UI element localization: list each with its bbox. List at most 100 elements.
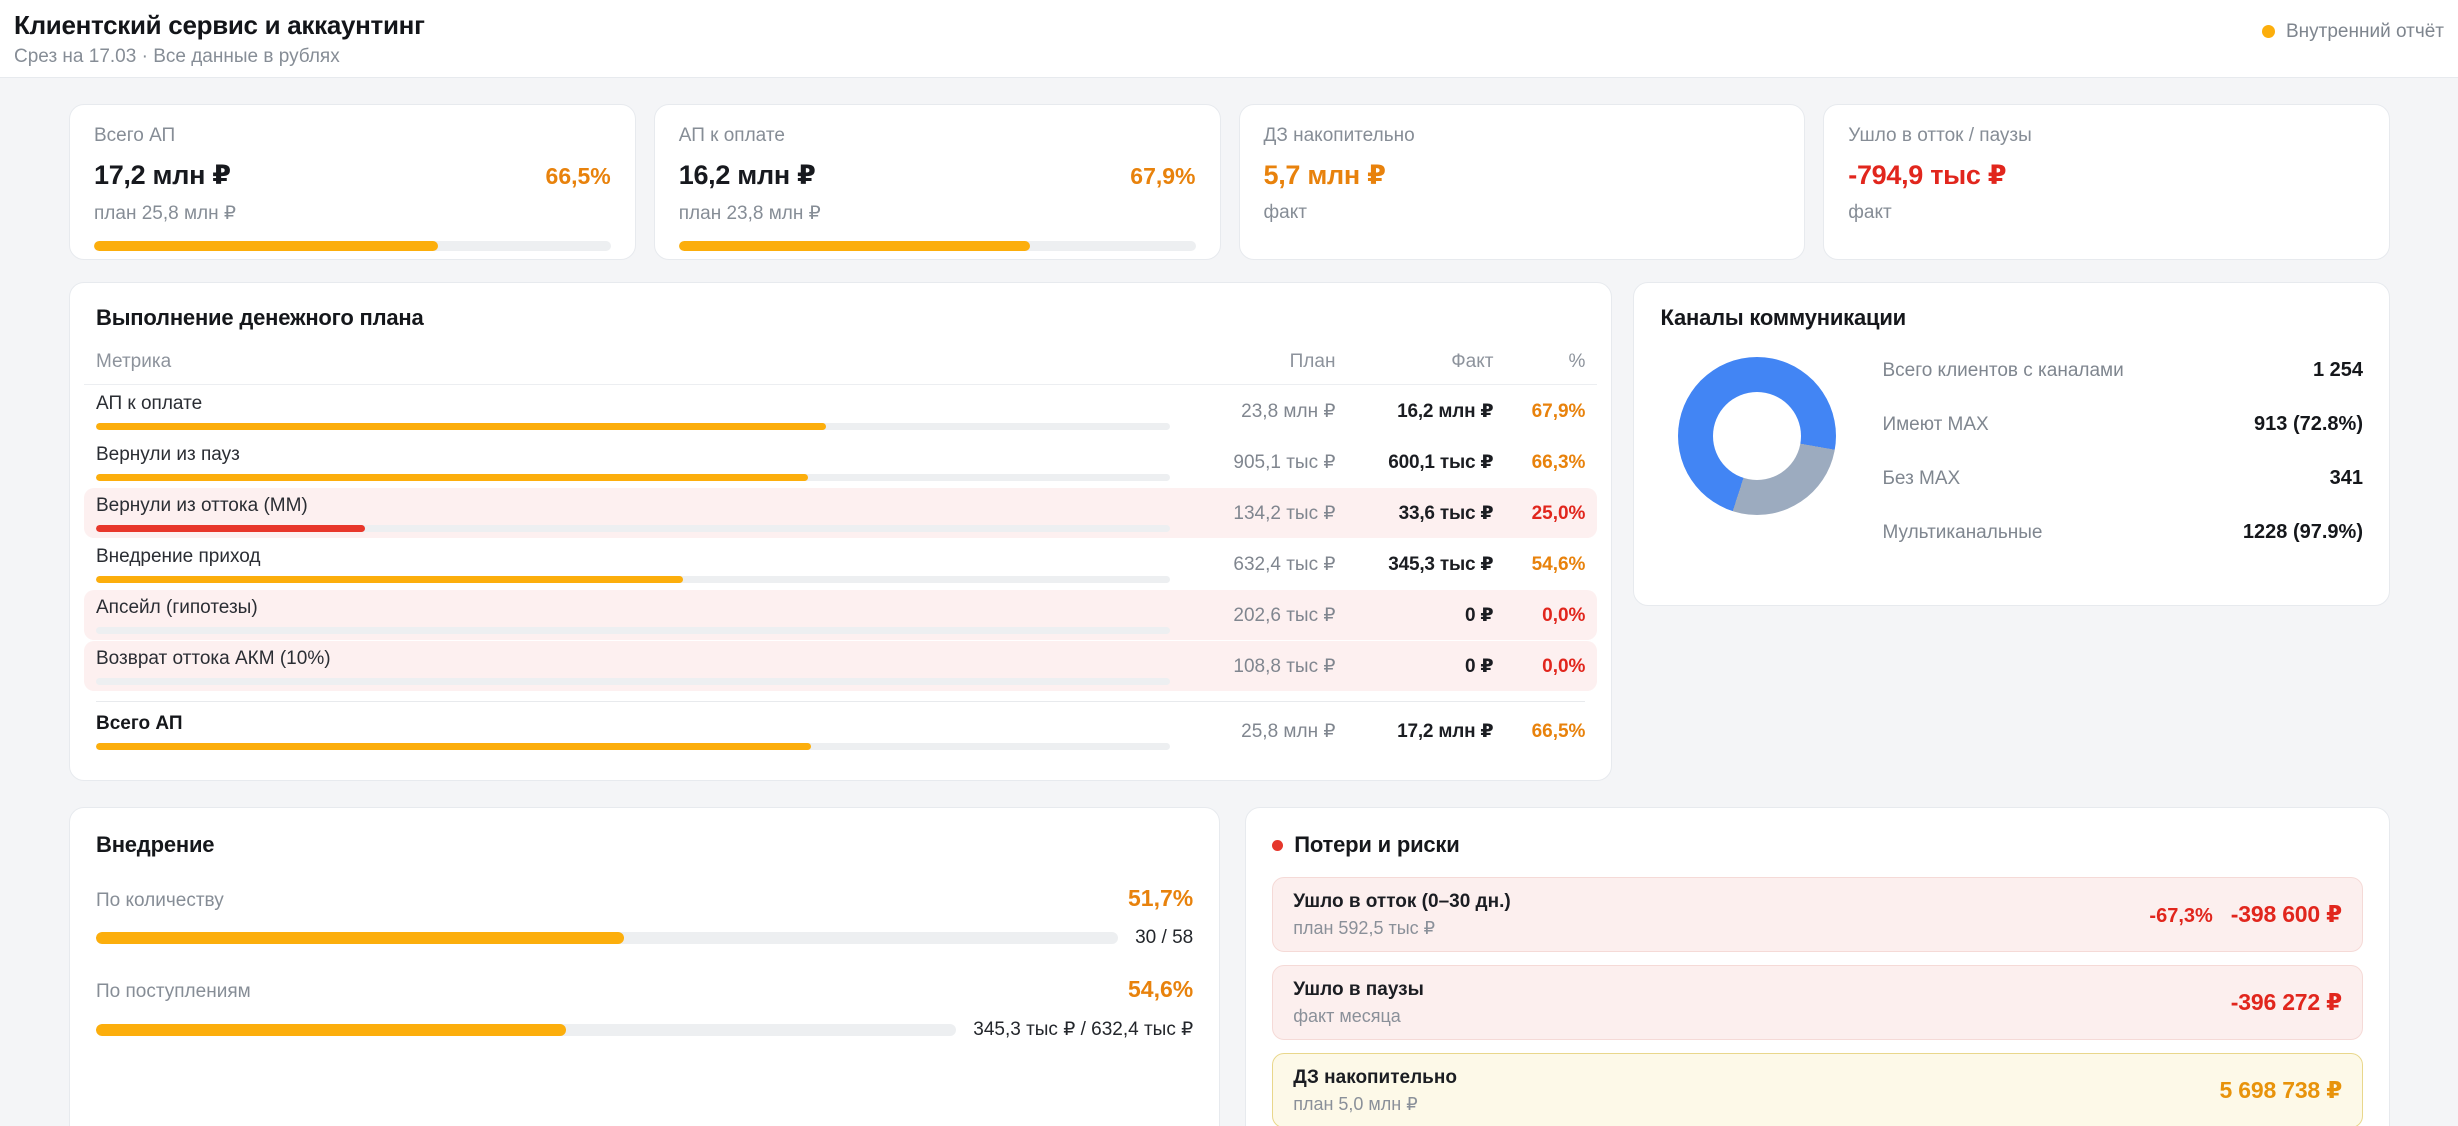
metric-label: Вернули из оттока (ММ) — [96, 495, 308, 516]
risk-cards: Ушло в отток (0–30 дн.) план 592,5 тыс ₽… — [1272, 877, 2363, 1126]
metric-progress-track — [96, 743, 1171, 750]
kpi-card: АП к оплате 16,2 млн ₽ 67,9% план 23,8 м… — [653, 104, 1221, 260]
metric-progress-track — [96, 627, 1171, 634]
plan-cell: 134,2 тыс ₽ — [1233, 503, 1336, 524]
row-implementation-risks: Внедрение По количеству 51,7% 30 / 58 По… — [69, 807, 2390, 1126]
plan-cell: 202,6 тыс ₽ — [1233, 605, 1336, 626]
total-divider — [96, 701, 1586, 702]
metric-progress-fill — [96, 474, 809, 481]
channel-value: 1 254 — [2312, 359, 2363, 381]
metric-label: Внедрение приход — [96, 546, 261, 567]
metric-progress-fill — [96, 743, 811, 750]
metric-label: Возврат оттока АКМ (10%) — [96, 648, 331, 669]
risk-sub: план 592,5 тыс ₽ — [1293, 917, 1436, 938]
implementation-progress-fill — [96, 932, 625, 944]
risk-card-left: Ушло в паузы факт месяца — [1293, 979, 1424, 1027]
channel-row: Всего клиентов с каналами 1 254 — [1882, 359, 2363, 382]
table-row: Возврат оттока АКМ (10%) 108,8 тыс ₽ 0 ₽… — [84, 641, 1598, 691]
column-header-percent: % — [1568, 351, 1586, 372]
page-title: Клиентский сервис и аккаунтинг — [14, 9, 425, 40]
implementation-block: По поступлениям 54,6% 345,3 тыс ₽ / 632,… — [96, 976, 1193, 1041]
metric-progress-track — [96, 678, 1171, 685]
kpi-sub: план 23,8 млн ₽ — [678, 203, 821, 224]
kpi-value: -794,9 тыс ₽ — [1848, 160, 2007, 190]
table-row: АП к оплате 23,8 млн ₽ 16,2 млн ₽ 67,9% — [84, 386, 1597, 436]
table-row: Вернули из оттока (ММ) 134,2 тыс ₽ 33,6 … — [84, 488, 1598, 538]
channels-donut-chart — [1678, 357, 1837, 515]
risk-card-right: 5 698 738 ₽ — [2219, 1077, 2342, 1104]
kpi-progress-fill — [678, 241, 1030, 251]
channel-label: Имеют MAX — [1882, 414, 1989, 435]
metric-label: Апсейл (гипотезы) — [96, 597, 258, 618]
kpi-value-row: -794,9 тыс ₽ — [1848, 160, 2365, 191]
implementation-progress-track — [96, 1023, 957, 1036]
metric-cell: Апсейл (гипотезы) — [96, 597, 1171, 634]
metric-progress-fill — [96, 525, 365, 532]
status-dot-icon — [2261, 25, 2275, 38]
channel-label: Всего клиентов с каналами — [1882, 360, 2124, 381]
table-row: Вернули из пауз 905,1 тыс ₽ 600,1 тыс ₽ … — [84, 437, 1597, 487]
kpi-card: Всего АП 17,2 млн ₽ 66,5% план 25,8 млн … — [69, 104, 636, 260]
metric-progress-track — [96, 474, 1171, 481]
risks-title-row: Потери и риски — [1272, 832, 2363, 858]
fact-cell: 0 ₽ — [1464, 656, 1494, 677]
risk-card: Ушло в паузы факт месяца -396 272 ₽ — [1272, 965, 2363, 1040]
column-header-plan: План — [1289, 351, 1336, 372]
metric-label: Вернули из пауз — [96, 444, 240, 465]
content: Всего АП 17,2 млн ₽ 66,5% план 25,8 млн … — [0, 78, 2458, 1126]
implementation-block: По количеству 51,7% 30 / 58 — [96, 885, 1193, 949]
risk-name: ДЗ накопительно — [1293, 1066, 1457, 1088]
kpi-row: Всего АП 17,2 млн ₽ 66,5% план 25,8 млн … — [69, 104, 2390, 260]
channel-value: 341 — [2329, 467, 2363, 489]
metric-cell: АП к оплате — [96, 393, 1171, 430]
metric-label: Всего АП — [96, 713, 183, 734]
risk-sub: факт месяца — [1293, 1005, 1401, 1026]
risk-card-left: Ушло в отток (0–30 дн.) план 592,5 тыс ₽ — [1293, 891, 1511, 939]
percent-cell: 0,0% — [1542, 604, 1586, 626]
risk-name: Ушло в отток (0–30 дн.) — [1293, 890, 1511, 912]
channels-list: Всего клиентов с каналами 1 254 Имеют MA… — [1882, 359, 2363, 575]
metric-progress-fill — [96, 423, 826, 430]
alert-dot-icon — [1272, 839, 1284, 851]
implementation-title: Внедрение — [96, 832, 215, 857]
plan-cell: 632,4 тыс ₽ — [1233, 554, 1336, 575]
report-badge-label: Внутренний отчёт — [2285, 20, 2444, 42]
kpi-label: ДЗ накопительно — [1263, 125, 1415, 146]
channel-label: Без MAX — [1882, 468, 1961, 489]
column-header-fact: Факт — [1451, 351, 1494, 372]
kpi-card: Ушло в отток / паузы -794,9 тыс ₽ факт — [1823, 104, 2390, 260]
percent-cell: 54,6% — [1531, 553, 1586, 575]
page-header: Клиентский сервис и аккаунтинг Срез на 1… — [0, 0, 2458, 78]
implementation-label: По количеству — [96, 890, 224, 911]
risks-title: Потери и риски — [1294, 832, 1460, 857]
table-row: Внедрение приход 632,4 тыс ₽ 345,3 тыс ₽… — [84, 539, 1597, 589]
metric-progress-track — [96, 576, 1171, 583]
channel-label: Мультиканальные — [1882, 522, 2043, 543]
channels-panel: Каналы коммуникации Всего клиентов с кан… — [1633, 282, 2390, 606]
kpi-value: 16,2 млн ₽ — [678, 160, 816, 190]
column-header-metric: Метрика — [96, 351, 172, 372]
kpi-value-row: 17,2 млн ₽ 66,5% — [94, 160, 611, 191]
implementation-bar-row: 345,3 тыс ₽ / 632,4 тыс ₽ — [96, 1018, 1193, 1041]
metric-progress-fill — [96, 576, 683, 583]
kpi-value-row: 16,2 млн ₽ 67,9% — [679, 160, 1196, 191]
percent-cell: 66,3% — [1531, 451, 1586, 473]
percent-cell: 25,0% — [1531, 502, 1586, 524]
risk-card-left: ДЗ накопительно план 5,0 млн ₽ — [1293, 1067, 1457, 1115]
channel-row: Без MAX 341 — [1882, 467, 2363, 490]
kpi-percent: 67,9% — [1130, 163, 1196, 189]
percent-cell: 0,0% — [1542, 655, 1586, 677]
table-total-row: Всего АП 25,8 млн ₽ 17,2 млн ₽ 66,5% — [84, 706, 1597, 756]
channels-title: Каналы коммуникации — [1660, 305, 1906, 330]
percent-cell: 67,9% — [1531, 400, 1586, 422]
metric-label: АП к оплате — [96, 393, 203, 414]
metric-progress-track — [96, 423, 1171, 430]
risk-amount: -398 600 ₽ — [2230, 901, 2342, 927]
metric-cell: Возврат оттока АКМ (10%) — [96, 648, 1171, 685]
kpi-label: Ушло в отток / паузы — [1848, 125, 2032, 146]
implementation-label: По поступлениям — [96, 981, 251, 1002]
metric-cell: Всего АП — [96, 713, 1171, 750]
implementation-percent: 51,7% — [1127, 885, 1194, 911]
risk-name: Ушло в паузы — [1293, 978, 1424, 1000]
implementation-progress-fill — [96, 1023, 566, 1036]
